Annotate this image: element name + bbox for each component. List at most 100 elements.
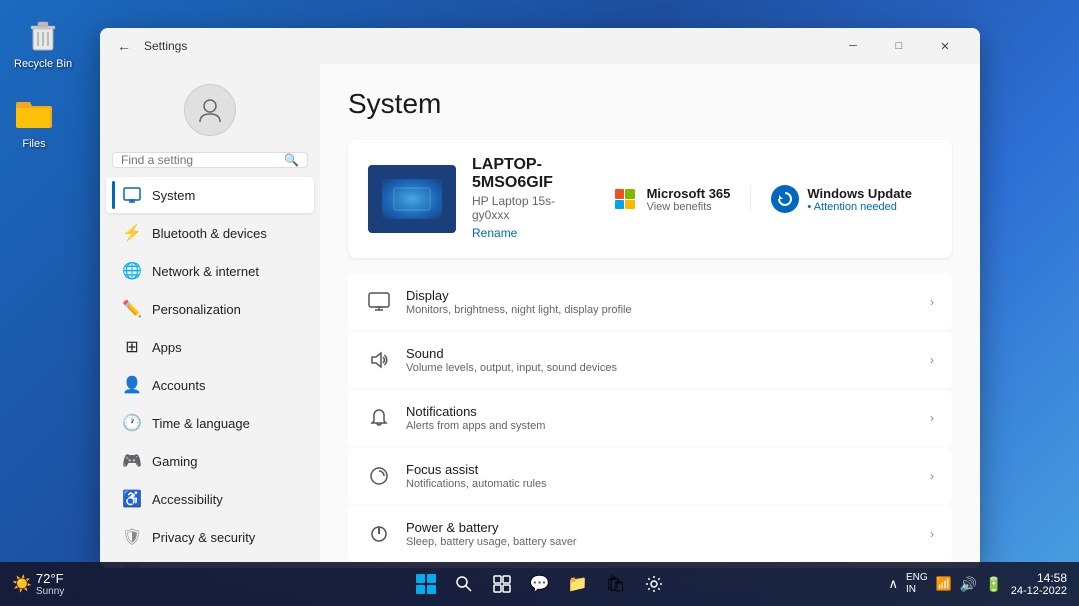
- back-button[interactable]: ←: [112, 34, 136, 58]
- sidebar-item-accessibility[interactable]: ♿ Accessibility: [106, 481, 314, 517]
- time-icon: 🕐: [122, 413, 142, 433]
- system-tray: ∧: [888, 576, 898, 592]
- ms365-shortcut[interactable]: Microsoft 365 View benefits: [591, 185, 751, 213]
- weather-condition: Sunny: [36, 586, 64, 597]
- settings-item-sound[interactable]: Sound Volume levels, output, input, soun…: [348, 332, 952, 388]
- taskbar-right: ∧ ENGIN 📶 🔊 🔋 14:58 24-12-2022: [888, 571, 1067, 597]
- notifications-chevron: ›: [930, 411, 934, 425]
- avatar[interactable]: [184, 84, 236, 136]
- sidebar-item-network-label: Network & internet: [152, 264, 259, 279]
- taskbar-left: ☀️ 72°F Sunny: [12, 571, 64, 597]
- device-name: LAPTOP-5MSO6GIF: [472, 156, 575, 192]
- privacy-icon: 🛡: [122, 527, 142, 547]
- close-button[interactable]: ✕: [922, 30, 968, 62]
- power-chevron: ›: [930, 527, 934, 541]
- files-icon[interactable]: Files: [10, 90, 58, 154]
- focus-text: Focus assist Notifications, automatic ru…: [406, 462, 916, 490]
- sidebar-item-system[interactable]: System: [106, 177, 314, 213]
- sound-chevron: ›: [930, 353, 934, 367]
- tray-up-icon[interactable]: ∧: [888, 576, 898, 592]
- sidebar-item-personalization[interactable]: ✏️ Personalization: [106, 291, 314, 327]
- battery-icon[interactable]: 🔋: [985, 576, 1002, 593]
- sidebar-item-time-label: Time & language: [152, 416, 250, 431]
- sidebar-item-privacy[interactable]: 🛡 Privacy & security: [106, 519, 314, 555]
- laptop-preview: [368, 165, 456, 233]
- sidebar-item-time[interactable]: 🕐 Time & language: [106, 405, 314, 441]
- task-view-button[interactable]: [484, 566, 520, 602]
- settings-item-display[interactable]: Display Monitors, brightness, night ligh…: [348, 274, 952, 330]
- accessibility-icon: ♿: [122, 489, 142, 509]
- recycle-bin-icon[interactable]: Recycle Bin: [10, 10, 76, 74]
- notifications-icon: [366, 405, 392, 431]
- power-icon: [366, 521, 392, 547]
- sidebar-item-accounts[interactable]: 👤 Accounts: [106, 367, 314, 403]
- sidebar-item-apps-label: Apps: [152, 340, 182, 355]
- sidebar-item-bluetooth[interactable]: ⚡ Bluetooth & devices: [106, 215, 314, 251]
- power-text: Power & battery Sleep, battery usage, ba…: [406, 520, 916, 548]
- settings-list: Display Monitors, brightness, night ligh…: [348, 274, 952, 568]
- settings-item-power[interactable]: Power & battery Sleep, battery usage, ba…: [348, 506, 952, 562]
- device-card: LAPTOP-5MSO6GIF HP Laptop 15s-gy0xxx Ren…: [348, 140, 952, 258]
- rename-link[interactable]: Rename: [472, 226, 517, 240]
- search-icon: 🔍: [284, 153, 299, 167]
- taskbar: ☀️ 72°F Sunny: [0, 562, 1079, 606]
- window-controls: ─ □ ✕: [830, 30, 968, 62]
- sidebar-item-accessibility-label: Accessibility: [152, 492, 223, 507]
- display-text: Display Monitors, brightness, night ligh…: [406, 288, 916, 316]
- search-input[interactable]: [121, 153, 278, 167]
- search-box[interactable]: 🔍: [112, 152, 308, 168]
- settings-item-notifications[interactable]: Notifications Alerts from apps and syste…: [348, 390, 952, 446]
- sidebar-item-accounts-label: Accounts: [152, 378, 205, 393]
- sidebar-item-gaming[interactable]: 🎮 Gaming: [106, 443, 314, 479]
- maximize-button[interactable]: □: [876, 30, 922, 62]
- settings-taskbar-button[interactable]: [636, 566, 672, 602]
- network-icon: 🌐: [122, 261, 142, 281]
- content-area: 🔍 System ⚡ Bluetooth & devices: [100, 64, 980, 568]
- volume-icon[interactable]: 🔊: [960, 576, 977, 593]
- search-taskbar-button[interactable]: [446, 566, 482, 602]
- sidebar-item-privacy-label: Privacy & security: [152, 530, 255, 545]
- chat-button[interactable]: 💬: [522, 566, 558, 602]
- recycle-bin-label: Recycle Bin: [14, 58, 72, 70]
- sidebar-item-apps[interactable]: ⊞ Apps: [106, 329, 314, 365]
- temperature: 72°F: [36, 571, 64, 586]
- gaming-icon: 🎮: [122, 451, 142, 471]
- ms365-icon: [611, 185, 639, 213]
- notifications-text: Notifications Alerts from apps and syste…: [406, 404, 916, 432]
- page-title: System: [348, 88, 952, 120]
- display-chevron: ›: [930, 295, 934, 309]
- weather-widget[interactable]: ☀️ 72°F Sunny: [12, 571, 64, 597]
- system-icon: [122, 185, 142, 205]
- accounts-icon: 👤: [122, 375, 142, 395]
- apps-icon: ⊞: [122, 337, 142, 357]
- taskbar-center: 💬 📁 🛍: [408, 566, 672, 602]
- sound-text: Sound Volume levels, output, input, soun…: [406, 346, 916, 374]
- sidebar-item-gaming-label: Gaming: [152, 454, 198, 469]
- windows-update-shortcut[interactable]: Windows Update • Attention needed: [750, 185, 932, 213]
- settings-item-focus[interactable]: Focus assist Notifications, automatic ru…: [348, 448, 952, 504]
- device-shortcuts: Microsoft 365 View benefits Window: [591, 185, 932, 213]
- bluetooth-icon: ⚡: [122, 223, 142, 243]
- store-button[interactable]: 🛍: [598, 566, 634, 602]
- window-title: Settings: [144, 39, 830, 53]
- settings-window: ← Settings ─ □ ✕ 🔍: [100, 28, 980, 568]
- focus-icon: [366, 463, 392, 489]
- clock[interactable]: 14:58 24-12-2022: [1011, 571, 1067, 597]
- minimize-button[interactable]: ─: [830, 30, 876, 62]
- ms365-text: Microsoft 365 View benefits: [647, 186, 731, 213]
- sidebar-item-personalization-label: Personalization: [152, 302, 241, 317]
- sidebar-item-system-label: System: [152, 188, 195, 203]
- sound-icon: [366, 347, 392, 373]
- windows-update-icon: [771, 185, 799, 213]
- personalization-icon: ✏️: [122, 299, 142, 319]
- locale-indicator[interactable]: ENGIN: [906, 572, 928, 596]
- start-button[interactable]: [408, 566, 444, 602]
- display-icon: [366, 289, 392, 315]
- sidebar-item-bluetooth-label: Bluetooth & devices: [152, 226, 267, 241]
- file-explorer-button[interactable]: 📁: [560, 566, 596, 602]
- windows-update-text: Windows Update • Attention needed: [807, 186, 912, 213]
- main-content: System LAPTOP-5MSO6GIF HP Laptop 15s-gy0…: [320, 64, 980, 568]
- wifi-icon[interactable]: 📶: [936, 576, 952, 592]
- sidebar-item-network[interactable]: 🌐 Network & internet: [106, 253, 314, 289]
- avatar-container: [100, 72, 320, 152]
